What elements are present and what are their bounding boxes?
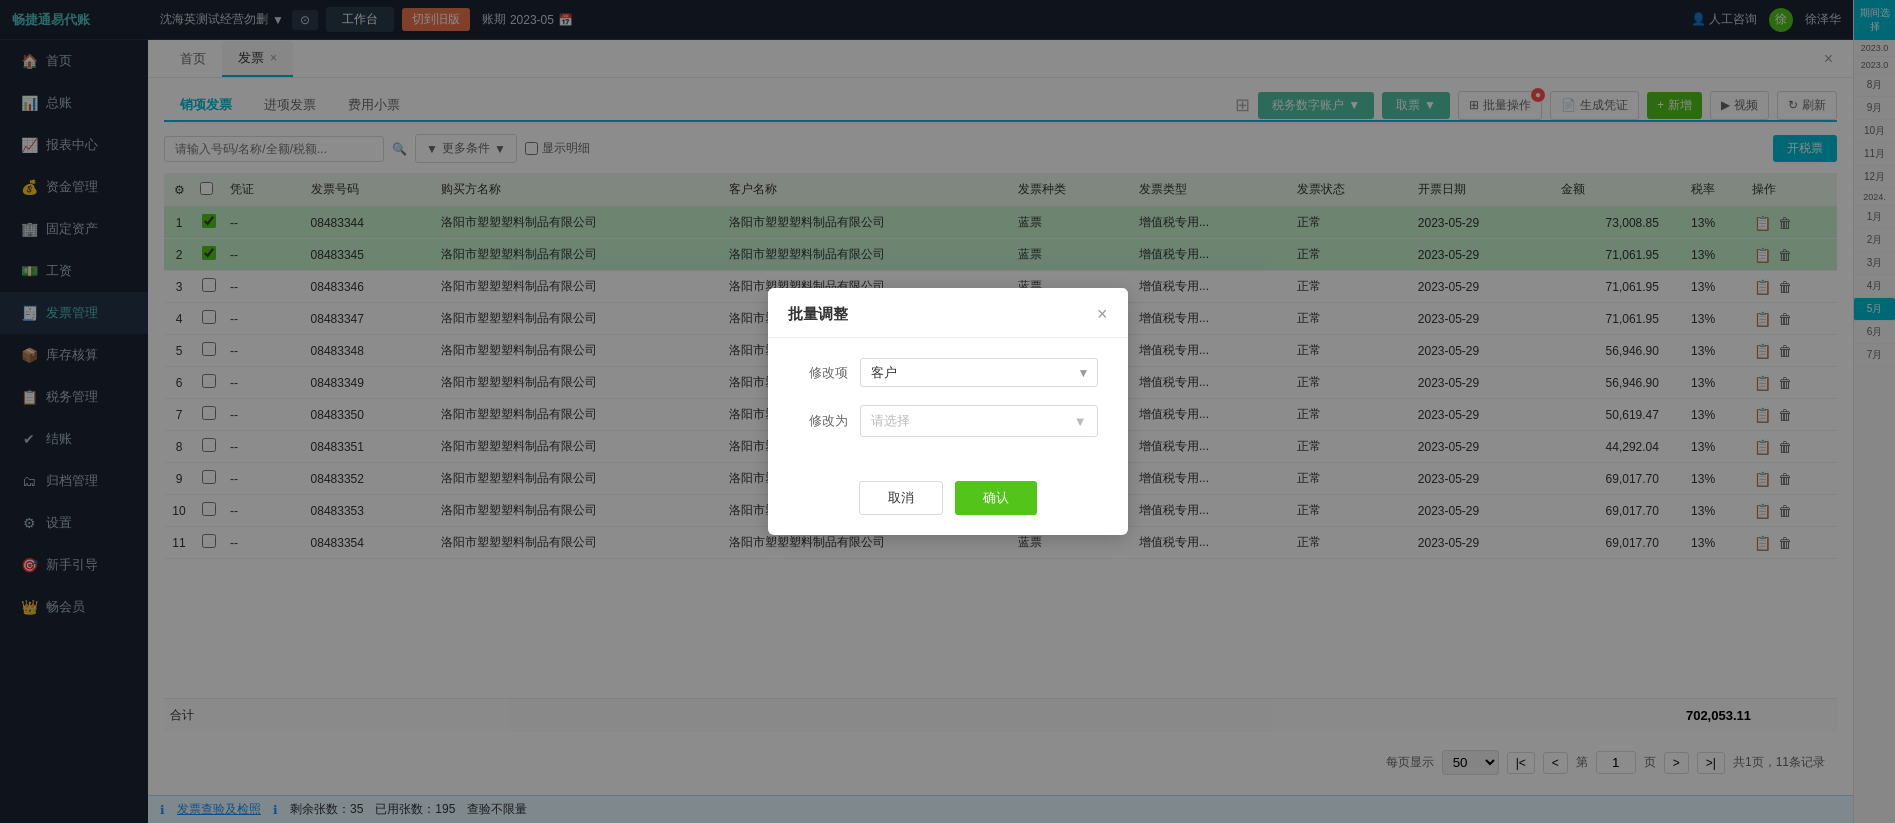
modal-close-btn[interactable]: × (1097, 304, 1108, 325)
value-placeholder: 请选择 (871, 412, 910, 430)
modal-footer: 取消 确认 (768, 471, 1128, 535)
form-row-value: 修改为 请选择 ▼ (798, 405, 1098, 437)
batch-adjust-modal: 批量调整 × 修改项 客户 购买方 ▼ 修改为 请选择 ▼ (768, 288, 1128, 535)
confirm-button[interactable]: 确认 (955, 481, 1037, 515)
modal-overlay[interactable]: 批量调整 × 修改项 客户 购买方 ▼ 修改为 请选择 ▼ (0, 0, 1895, 823)
field-label: 修改项 (798, 364, 848, 382)
modal-body: 修改项 客户 购买方 ▼ 修改为 请选择 ▼ (768, 338, 1128, 471)
value-label: 修改为 (798, 412, 848, 430)
value-select-wrapper: 请选择 ▼ (860, 405, 1098, 437)
field-select[interactable]: 客户 购买方 (860, 358, 1098, 387)
cancel-button[interactable]: 取消 (859, 481, 943, 515)
field-select-wrapper: 客户 购买方 ▼ (860, 358, 1098, 387)
value-arrow-icon: ▼ (1074, 414, 1087, 429)
form-row-field: 修改项 客户 购买方 ▼ (798, 358, 1098, 387)
value-select[interactable]: 请选择 ▼ (860, 405, 1098, 437)
modal-header: 批量调整 × (768, 288, 1128, 338)
modal-title: 批量调整 (788, 305, 848, 324)
